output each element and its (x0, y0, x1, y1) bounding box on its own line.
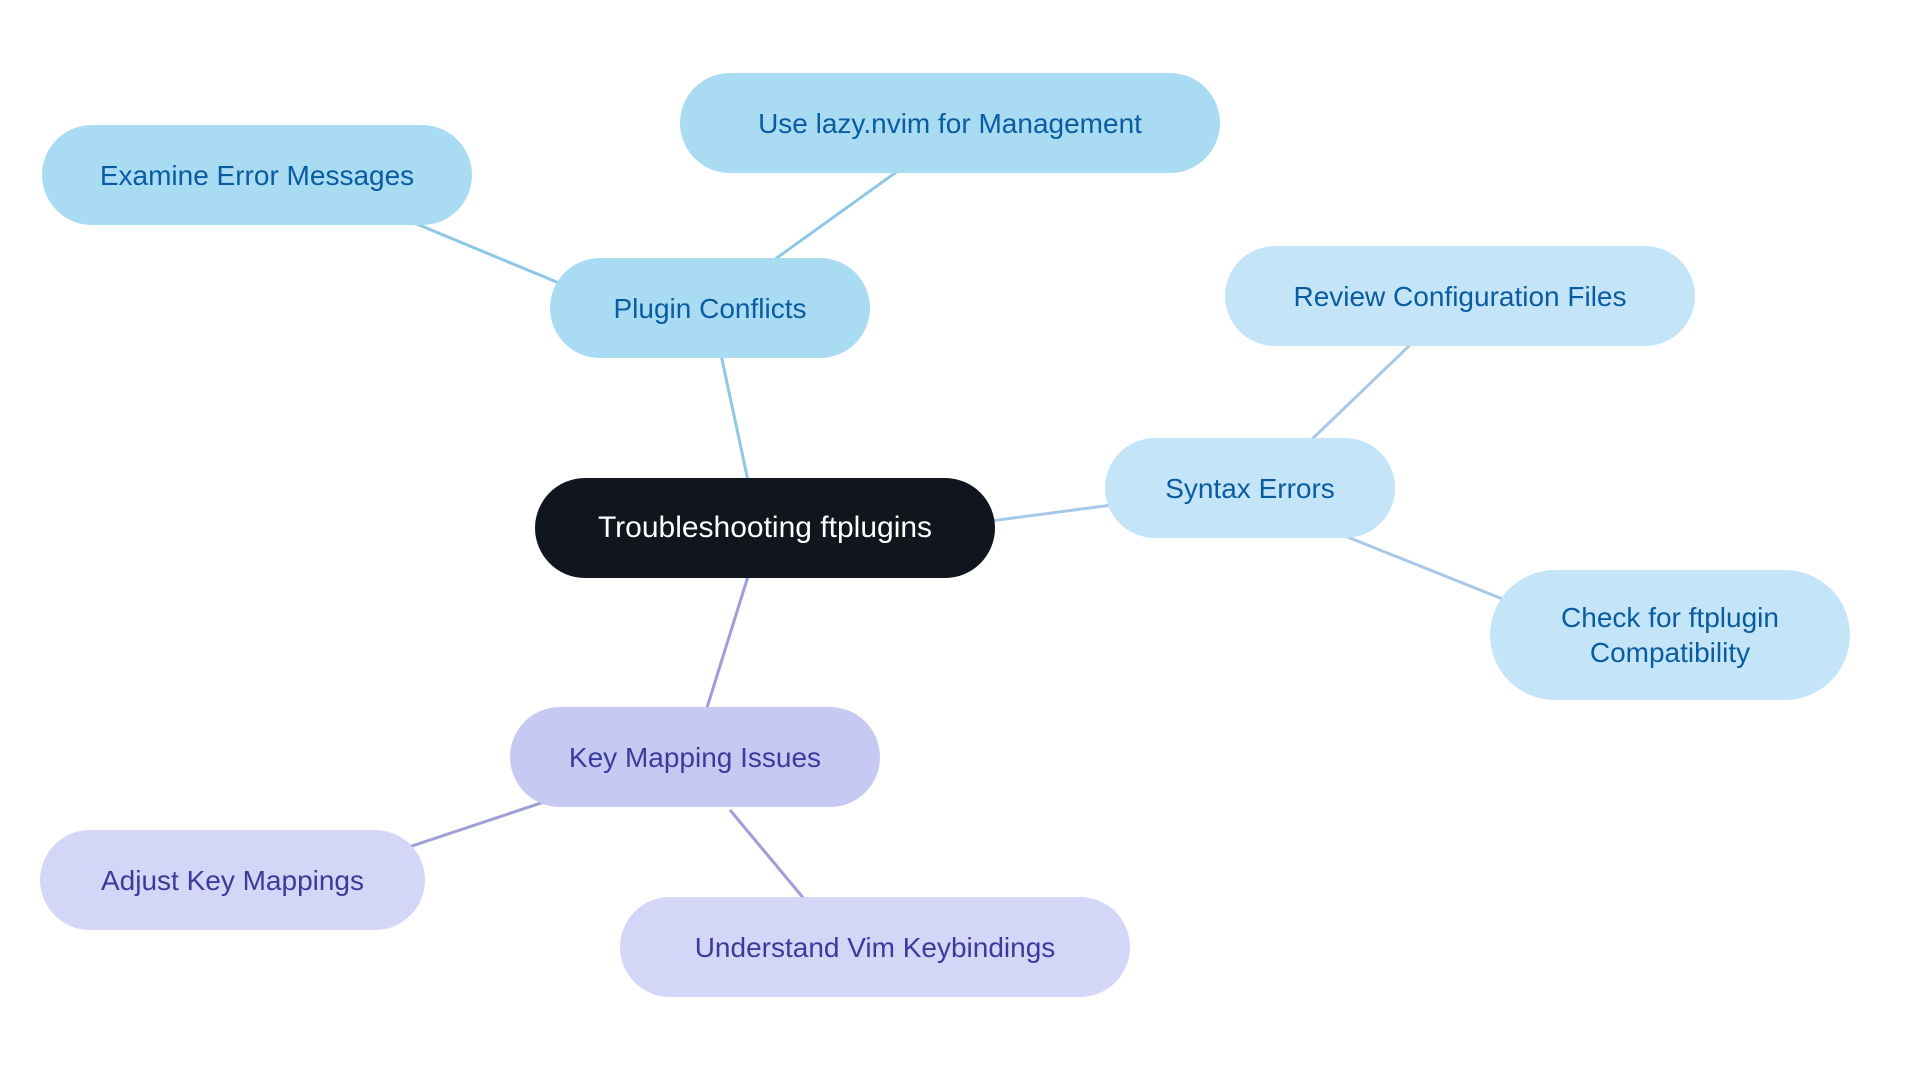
node-use-lazy[interactable]: Use lazy.nvim for Management (680, 73, 1220, 173)
node-examine-errors[interactable]: Examine Error Messages (42, 125, 472, 225)
node-root-label: Troubleshooting ftplugins (598, 509, 932, 547)
node-use-lazy-label: Use lazy.nvim for Management (758, 106, 1142, 141)
node-examine-errors-label: Examine Error Messages (100, 158, 414, 193)
node-check-compat-label: Check for ftplugin Compatibility (1561, 600, 1779, 670)
node-review-config-label: Review Configuration Files (1293, 279, 1626, 314)
node-syntax-errors[interactable]: Syntax Errors (1105, 438, 1395, 538)
node-syntax-errors-label: Syntax Errors (1165, 471, 1335, 506)
node-key-mapping[interactable]: Key Mapping Issues (510, 707, 880, 807)
node-understand-vim-label: Understand Vim Keybindings (695, 930, 1056, 965)
node-plugin-conflicts[interactable]: Plugin Conflicts (550, 258, 870, 358)
node-check-compat[interactable]: Check for ftplugin Compatibility (1490, 570, 1850, 700)
node-adjust-mappings-label: Adjust Key Mappings (101, 863, 364, 898)
node-adjust-mappings[interactable]: Adjust Key Mappings (40, 830, 425, 930)
node-plugin-conflicts-label: Plugin Conflicts (614, 291, 807, 326)
mindmap-canvas: Troubleshooting ftplugins Plugin Conflic… (0, 0, 1920, 1083)
node-root[interactable]: Troubleshooting ftplugins (535, 478, 995, 578)
node-review-config[interactable]: Review Configuration Files (1225, 246, 1695, 346)
node-understand-vim[interactable]: Understand Vim Keybindings (620, 897, 1130, 997)
node-key-mapping-label: Key Mapping Issues (569, 740, 821, 775)
